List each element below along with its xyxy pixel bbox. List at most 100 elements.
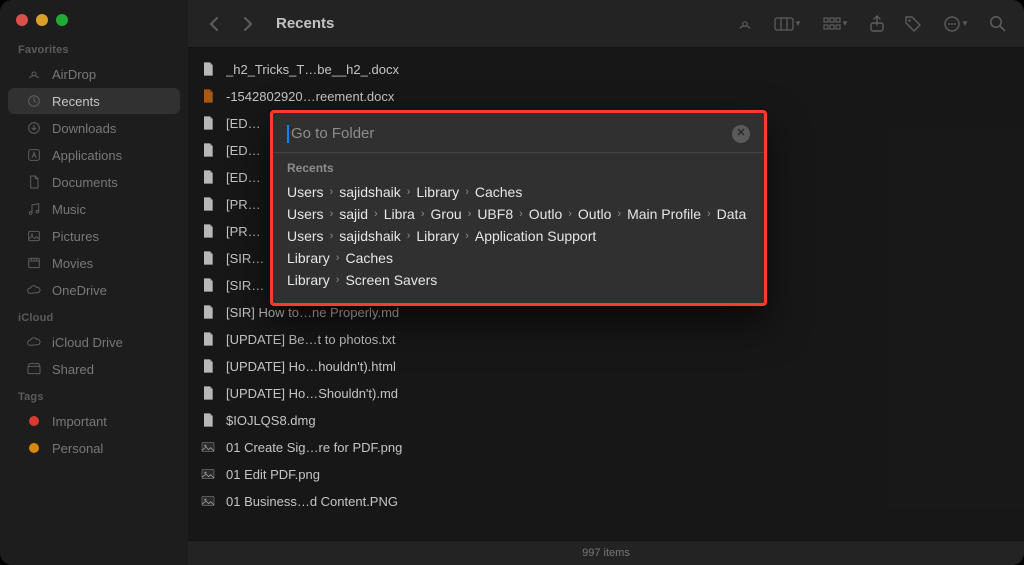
sidebar-item-label: Pictures [52,229,99,244]
sidebar-item-downloads[interactable]: Downloads [8,115,180,141]
close-window-button[interactable] [16,14,28,26]
file-icon [200,358,216,374]
chevron-right-icon: › [324,208,340,220]
file-row[interactable]: -1542802920…reement.docx [200,85,1024,107]
tag-icon [26,413,42,429]
file-name: [PR… [226,197,261,212]
sidebar-item-label: AirDrop [52,67,96,82]
file-row[interactable]: _h2_Tricks_T…be__h2_.docx [200,58,1024,80]
status-bar: 997 items [188,540,1024,565]
file-name: 01 Edit PDF.png [226,467,320,482]
sidebar-item-important[interactable]: Important [8,408,180,434]
chevron-right-icon: › [330,252,346,264]
window-title: Recents [276,15,334,32]
sidebar-item-airdrop[interactable]: AirDrop [8,61,180,87]
sidebar-item-label: Music [52,202,86,217]
sidebar-item-onedrive[interactable]: OneDrive [8,277,180,303]
popover-section-header: Recents [287,161,750,175]
chevron-right-icon: › [513,208,529,220]
tag-icon [26,440,42,456]
minimize-window-button[interactable] [36,14,48,26]
chevron-right-icon: › [611,208,627,220]
file-icon [200,493,216,509]
path-segment: Screen Savers [345,272,437,288]
file-row[interactable]: [UPDATE] Ho…houldn't).html [200,355,1024,377]
recent-path-item[interactable]: Library›Screen Savers [287,269,750,291]
sidebar-item-applications[interactable]: Applications [8,142,180,168]
path-segment: sajidshaik [339,228,400,244]
file-row[interactable]: [UPDATE] Be…t to photos.txt [200,328,1024,350]
file-icon [200,331,216,347]
file-row[interactable]: [UPDATE] Ho…Shouldn't).md [200,382,1024,404]
recent-path-item[interactable]: Users›sajid›Libra›Grou›UBF8›Outlo›Outlo›… [287,203,750,225]
file-name: [PR… [226,224,261,239]
airdrop-icon[interactable] [730,11,760,37]
file-icon [200,115,216,131]
go-to-folder-input[interactable] [291,121,732,146]
shared-icon [26,361,42,377]
sidebar-item-shared[interactable]: Shared [8,356,180,382]
sidebar-item-music[interactable]: Music [8,196,180,222]
documents-icon [26,174,42,190]
path-segment: Main Profile [627,206,701,222]
file-name: -1542802920…reement.docx [226,89,394,104]
path-segment: Users [287,184,324,200]
file-name: [ED… [226,143,261,158]
sidebar-item-movies[interactable]: Movies [8,250,180,276]
share-button[interactable] [862,11,892,37]
file-row[interactable]: 01 Edit PDF.png [200,463,1024,485]
chevron-right-icon: › [701,208,717,220]
file-name: 01 Business…d Content.PNG [226,494,398,509]
sidebar-item-label: Documents [52,175,118,190]
recent-path-item[interactable]: Users›sajidshaik›Library›Caches [287,181,750,203]
chevron-down-icon: ▾ [796,18,801,29]
sidebar-item-label: Applications [52,148,122,163]
sidebar-item-pictures[interactable]: Pictures [8,223,180,249]
chevron-right-icon: › [368,208,384,220]
search-button[interactable] [982,11,1012,37]
path-segment: Data [717,206,747,222]
music-icon [26,201,42,217]
sidebar-item-label: Downloads [52,121,116,136]
applications-icon [26,147,42,163]
file-icon [200,412,216,428]
actions-button[interactable]: ▾ [934,11,976,37]
back-button[interactable] [200,11,228,37]
path-segment: Application Support [475,228,596,244]
recent-path-item[interactable]: Library›Caches [287,247,750,269]
file-icon [200,385,216,401]
sidebar-item-personal[interactable]: Personal [8,435,180,461]
sidebar-item-recents[interactable]: Recents [8,88,180,114]
recent-path-item[interactable]: Users›sajidshaik›Library›Application Sup… [287,225,750,247]
view-columns-button[interactable]: ▾ [766,11,808,37]
sidebar-item-documents[interactable]: Documents [8,169,180,195]
file-row[interactable]: 01 Business…d Content.PNG [200,490,1024,512]
sidebar-item-icloud-drive[interactable]: iCloud Drive [8,329,180,355]
file-icon [200,250,216,266]
sidebar-item-label: Personal [52,441,103,456]
sidebar-item-label: Recents [52,94,100,109]
file-row[interactable]: $IOJLQS8.dmg [200,409,1024,431]
airdrop-icon [26,66,42,82]
divider [273,152,764,153]
chevron-down-icon: ▾ [843,18,848,29]
file-name: [ED… [226,170,261,185]
file-name: [UPDATE] Be…t to photos.txt [226,332,396,347]
sidebar-item-label: Shared [52,362,94,377]
sidebar-section-header: Tags [0,383,188,407]
path-segment: Caches [345,250,392,266]
path-segment: Users [287,206,324,222]
file-row[interactable]: 01 Create Sig…re for PDF.png [200,436,1024,458]
forward-button[interactable] [234,11,262,37]
icloud-icon [26,334,42,350]
sidebar-section-header: iCloud [0,304,188,328]
chevron-right-icon: › [415,208,431,220]
file-name: [UPDATE] Ho…Shouldn't).md [226,386,398,401]
tag-button[interactable] [898,11,928,37]
fullscreen-window-button[interactable] [56,14,68,26]
path-segment: sajid [339,206,368,222]
file-icon [200,196,216,212]
clear-input-button[interactable]: ✕ [732,125,750,143]
group-button[interactable]: ▾ [814,11,856,37]
file-name: [UPDATE] Ho…houldn't).html [226,359,396,374]
